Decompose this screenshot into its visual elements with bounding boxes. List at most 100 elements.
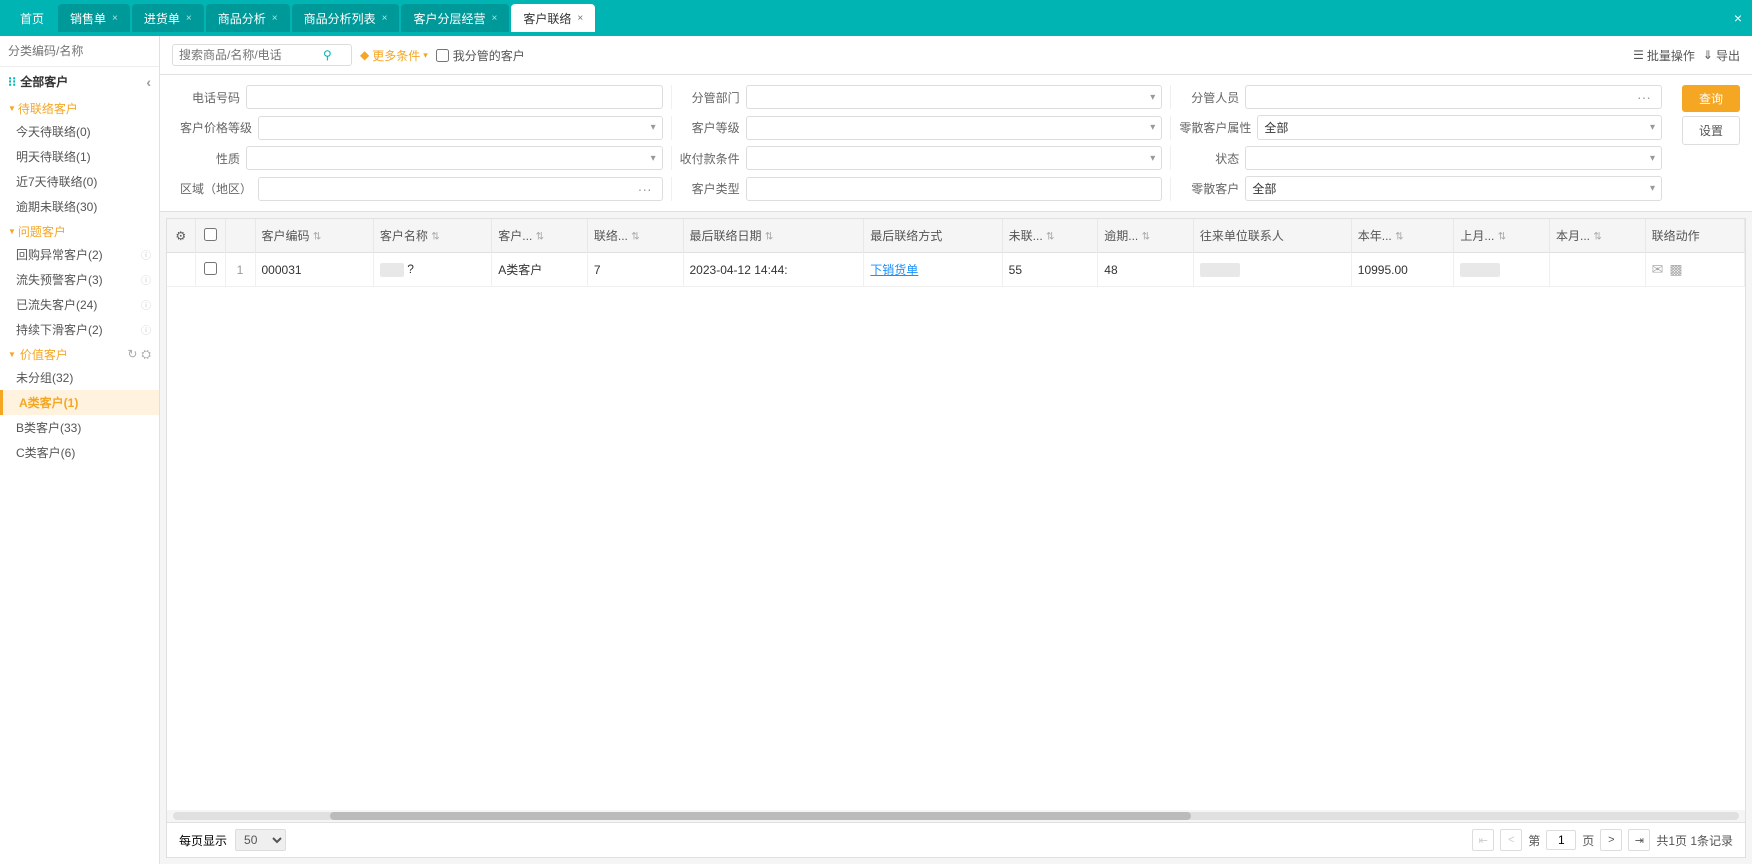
tab-home[interactable]: 首页: [8, 4, 56, 32]
sidebar-item-churned[interactable]: 已流失客户(24) ⓘ: [0, 292, 159, 317]
row-select-checkbox[interactable]: [204, 262, 217, 275]
filter-retail-attr-chevron: ▾: [1650, 122, 1655, 133]
type-sort-icon[interactable]: ⇅: [536, 231, 544, 242]
tab-purchase-close[interactable]: ×: [186, 13, 192, 24]
tab-sales-close[interactable]: ×: [112, 13, 118, 24]
filter-retail-attr-select[interactable]: 全部 ▾: [1257, 115, 1662, 140]
query-button[interactable]: 查询: [1682, 85, 1740, 112]
table-row: 1 000031 ? A类客户 7 2023-04-12 14:44: 下销货单: [167, 253, 1745, 287]
prev-page-button[interactable]: <: [1500, 829, 1522, 851]
scrollbar-thumb[interactable]: [330, 812, 1191, 820]
my-customer-checkbox[interactable]: [436, 49, 449, 62]
declining-info-icon[interactable]: ⓘ: [141, 322, 151, 337]
last-month-sort-icon[interactable]: ⇅: [1498, 231, 1506, 242]
churned-info-icon[interactable]: ⓘ: [141, 297, 151, 312]
tab-customer-contact-close[interactable]: ×: [577, 13, 583, 24]
filter-status-select[interactable]: ▾: [1245, 146, 1662, 170]
name-sort-icon[interactable]: ⇅: [431, 231, 439, 242]
no-contact-sort-icon[interactable]: ⇅: [1046, 231, 1054, 242]
row-last-contact-way[interactable]: 下销货单: [864, 253, 1002, 287]
last-page-button[interactable]: ⇥: [1628, 829, 1650, 851]
tab-sales-order[interactable]: 销售单 ×: [58, 4, 130, 32]
sidebar-item-unclassified[interactable]: 未分组(32): [0, 365, 159, 390]
window-close-button[interactable]: ×: [1734, 10, 1742, 26]
sidebar-item-class-b[interactable]: B类客户(33): [0, 415, 159, 440]
tab-customer-segment-close[interactable]: ×: [491, 13, 497, 24]
filter-dept-select[interactable]: ▾: [746, 85, 1163, 109]
current-page-input[interactable]: [1546, 830, 1576, 850]
filter-retail-attr: 零散客户属性 全部 ▾: [1171, 115, 1670, 140]
this-year-sort-icon[interactable]: ⇅: [1395, 231, 1403, 242]
row-checkbox[interactable]: [195, 253, 225, 287]
tab-product-analysis-list-close[interactable]: ×: [382, 13, 388, 24]
sidebar-item-7days-contact[interactable]: 近7天待联络(0): [0, 169, 159, 194]
code-sort-icon[interactable]: ⇅: [313, 231, 321, 242]
last-contact-date-sort-icon[interactable]: ⇅: [765, 231, 773, 242]
sidebar-search-input[interactable]: [8, 44, 160, 58]
filter-person-select[interactable]: ···: [1245, 85, 1662, 109]
row-index: 1: [225, 253, 255, 287]
filter-customer-type-select[interactable]: [746, 177, 1163, 201]
tab-customer-contact[interactable]: 客户联络 ×: [511, 4, 595, 32]
row-code: 000031: [255, 253, 373, 287]
action-icon-message[interactable]: ✉: [1652, 261, 1664, 278]
settings-button[interactable]: 设置: [1682, 116, 1740, 145]
filter-retail-select[interactable]: 全部 ▾: [1245, 176, 1662, 201]
sidebar-item-class-a[interactable]: A类客户(1): [0, 390, 159, 415]
sidebar-collapse-icon[interactable]: ‹: [146, 74, 151, 90]
repurchase-info-icon[interactable]: ⓘ: [141, 247, 151, 262]
overdue-sort-icon[interactable]: ⇅: [1142, 231, 1150, 242]
sidebar-item-overdue-contact[interactable]: 逾期未联络(30): [0, 194, 159, 219]
sidebar-value-refresh-icon[interactable]: ↻: [127, 347, 137, 362]
sidebar-item-declining[interactable]: 持续下滑客户(2) ⓘ: [0, 317, 159, 342]
churn-warning-info-icon[interactable]: ⓘ: [141, 272, 151, 287]
column-settings-icon[interactable]: ⚙: [175, 229, 186, 243]
sidebar-item-churn-warning[interactable]: 流失预警客户(3) ⓘ: [0, 267, 159, 292]
my-customer-checkbox-container[interactable]: 我分管的客户: [436, 47, 525, 64]
search-icon[interactable]: ⚲: [323, 48, 332, 62]
filter-row-1: 电话号码 分管部门 ▾: [172, 85, 1670, 109]
sidebar-group-problem-label: 问题客户: [18, 223, 66, 240]
filter-price-level-select[interactable]: ▾: [258, 116, 663, 140]
this-month-sort-icon[interactable]: ⇅: [1593, 231, 1601, 242]
filter-payment-select[interactable]: ▾: [746, 146, 1163, 170]
tab-purchase-order[interactable]: 进货单 ×: [132, 4, 204, 32]
sidebar-value-settings-icon[interactable]: ⛭: [141, 347, 151, 362]
filter-region-select[interactable]: ···: [258, 177, 663, 201]
next-page-button[interactable]: >: [1600, 829, 1622, 851]
select-all-checkbox[interactable]: [204, 228, 217, 241]
table-column-settings[interactable]: ⚙: [167, 219, 195, 253]
more-filters-button[interactable]: ◆ 更多条件 ▾: [360, 47, 428, 64]
filter-person-dots[interactable]: ···: [1633, 89, 1655, 105]
customer-name-placeholder: [380, 263, 404, 277]
filter-person-label: 分管人员: [1179, 89, 1239, 106]
batch-operation-button[interactable]: ☰ 批量操作: [1633, 47, 1695, 64]
tab-product-analysis[interactable]: 商品分析 ×: [206, 4, 290, 32]
export-button[interactable]: ⇓ 导出: [1703, 47, 1740, 64]
more-filters-chevron: ▾: [423, 50, 428, 61]
page-label-prefix: 第: [1528, 832, 1540, 849]
sidebar-item-repurchase-abnormal[interactable]: 回购异常客户(2) ⓘ: [0, 242, 159, 267]
sidebar-item-class-c[interactable]: C类客户(6): [0, 440, 159, 465]
filter-customer-level-select[interactable]: ▾: [746, 116, 1163, 140]
table-scroll-container[interactable]: ⚙ 客户编码 ⇅ 客户名称: [167, 219, 1745, 810]
filter-region-dots[interactable]: ···: [634, 181, 656, 197]
sidebar-all-customers-header[interactable]: ⁝⁝ 全部客户 ‹: [0, 67, 159, 96]
first-page-button[interactable]: ⇤: [1472, 829, 1494, 851]
page-size-select[interactable]: 50 100 200: [235, 829, 286, 851]
table-header-type: 客户... ⇅: [492, 219, 588, 253]
sidebar-item-today-contact[interactable]: 今天待联络(0): [0, 119, 159, 144]
last-contact-way-link[interactable]: 下销货单: [870, 263, 918, 277]
tab-product-analysis-list[interactable]: 商品分析列表 ×: [292, 4, 400, 32]
filter-phone-input[interactable]: [246, 85, 663, 109]
advanced-filter-panel: 电话号码 分管部门 ▾: [160, 75, 1752, 212]
horizontal-scrollbar[interactable]: [167, 810, 1745, 822]
tab-product-analysis-close[interactable]: ×: [272, 13, 278, 24]
sidebar-item-tomorrow-contact[interactable]: 明天待联络(1): [0, 144, 159, 169]
table-header-checkbox[interactable]: [195, 219, 225, 253]
filter-nature-select[interactable]: ▾: [246, 146, 663, 170]
search-input[interactable]: [179, 48, 319, 62]
tab-customer-segment[interactable]: 客户分层经营 ×: [401, 4, 509, 32]
action-icon-qr[interactable]: ▩: [1669, 261, 1682, 278]
contacts-sort-icon[interactable]: ⇅: [631, 231, 639, 242]
